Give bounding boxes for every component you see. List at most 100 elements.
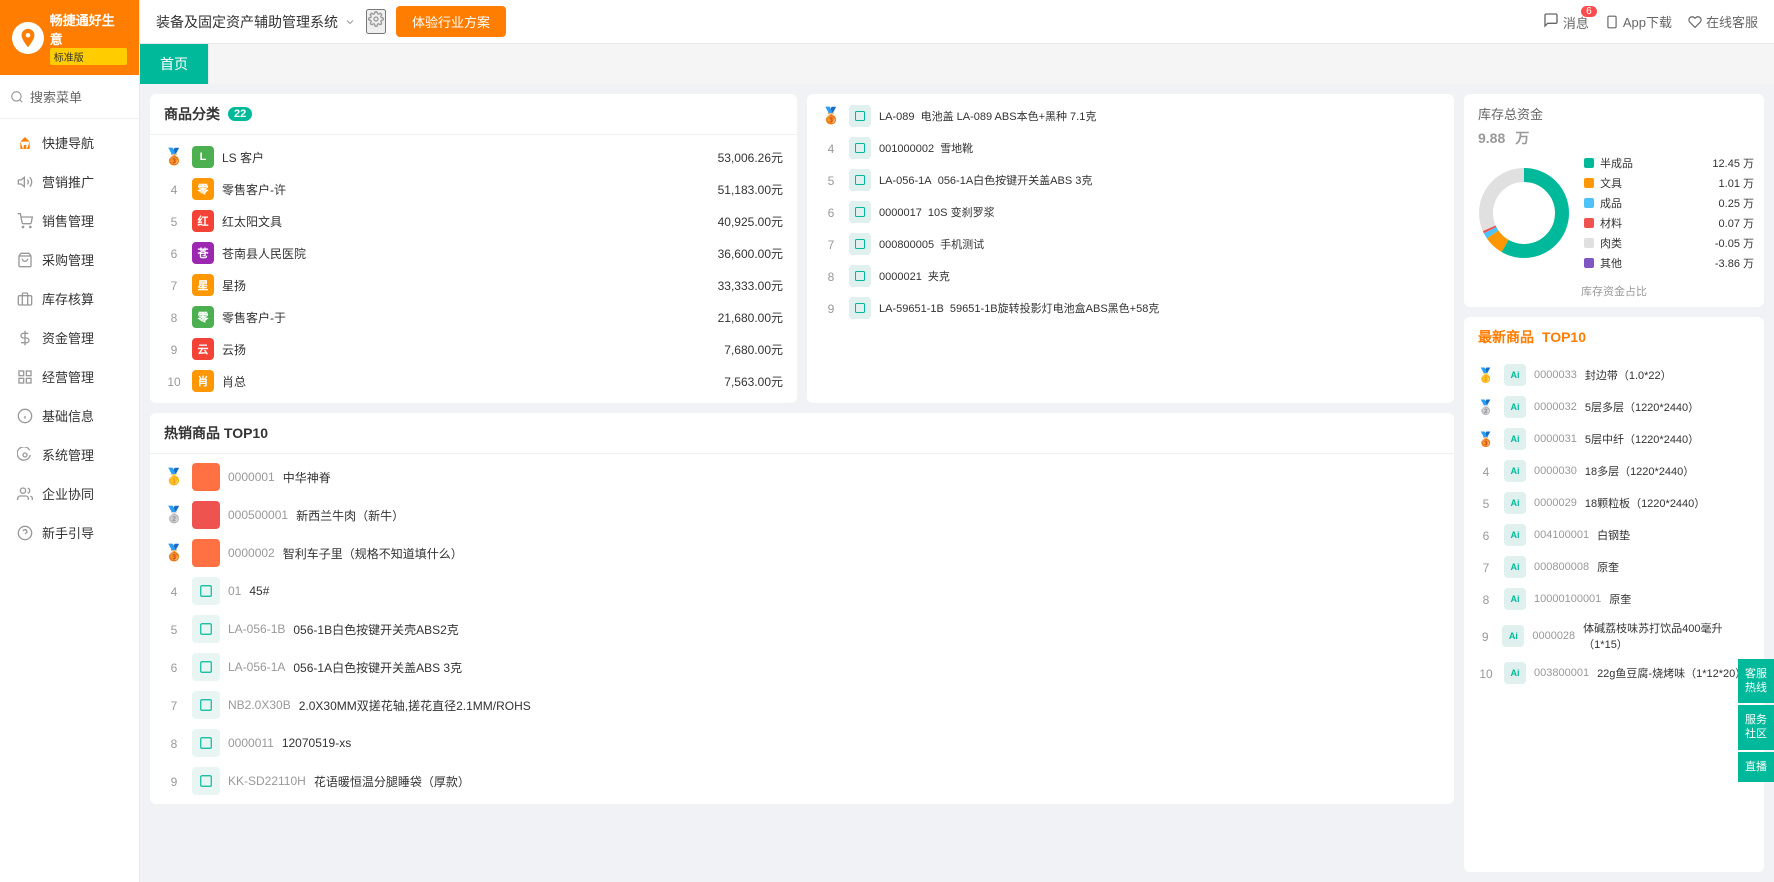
- sidebar-item-management[interactable]: 经营管理: [0, 357, 139, 396]
- customer-sales-list: 🥉 L LS 客户 53,006.26元 4 零 零售客户-许 51,183.0…: [150, 135, 797, 403]
- legend-label: 文具: [1600, 175, 1719, 191]
- hot-rank-num: 5: [164, 622, 184, 637]
- legend-item: 文具 1.01 万: [1584, 173, 1754, 193]
- new-prod-img: Ai: [1502, 625, 1524, 647]
- rank-name: 苍南县人民医院: [222, 245, 710, 262]
- legend-item: 材料 0.07 万: [1584, 213, 1754, 233]
- hot-product-img: [192, 767, 220, 795]
- inventory-header: 库存总资金 9.88 万: [1464, 94, 1764, 153]
- settings-button[interactable]: [366, 9, 386, 34]
- legend-item: 肉类 -0.05 万: [1584, 233, 1754, 253]
- new-prod-rank: 6: [1476, 528, 1496, 543]
- rank-name: 星扬: [222, 277, 710, 294]
- hot-product-item: 7 NB2.0X30B 2.0X30MM双搓花轴,搓花直径2.1MM/ROHS: [150, 686, 1454, 724]
- hot-code: 01: [228, 584, 241, 598]
- hot-product-item: 8 0000011 12070519-xs: [150, 724, 1454, 762]
- product-rank-item: 7 000800005 手机测试: [807, 228, 1454, 260]
- rank-value: 33,333.00元: [718, 277, 783, 294]
- hot-rank-num: 🥈: [164, 505, 184, 525]
- legend-dot: [1584, 238, 1594, 248]
- new-prod-code: 004100001: [1534, 529, 1589, 541]
- legend-value: 12.45 万: [1712, 155, 1754, 171]
- new-prod-img: Ai: [1504, 460, 1526, 482]
- sidebar-item-guide[interactable]: 新手引导: [0, 513, 139, 552]
- collab-icon: [16, 485, 34, 503]
- hot-name: 056-1B白色按键开关壳ABS2克: [293, 621, 458, 638]
- sidebar-item-marketing-label: 营销推广: [42, 172, 94, 191]
- product-img: [849, 297, 871, 319]
- message-badge[interactable]: 6 消息: [1543, 12, 1589, 32]
- sidebar-item-marketing[interactable]: 营销推广: [0, 162, 139, 201]
- rank-number: 6: [164, 246, 184, 261]
- product-rank-item: 6 0000017 10S 变刹罗浆: [807, 196, 1454, 228]
- trial-btn[interactable]: 体验行业方案: [396, 6, 506, 37]
- rank-name: 肖总: [222, 373, 716, 390]
- sidebar-item-info[interactable]: 基础信息: [0, 396, 139, 435]
- sidebar-item-collab[interactable]: 企业协同: [0, 474, 139, 513]
- search-menu-button[interactable]: 搜索菜单: [10, 83, 129, 110]
- legend-dot: [1584, 198, 1594, 208]
- hot-name: 花语暖恒温分腿睡袋（厚款）: [314, 773, 470, 790]
- sidebar-item-purchase-label: 采购管理: [42, 250, 94, 269]
- float-live-btn[interactable]: 直播: [1738, 752, 1774, 782]
- sidebar-item-inventory[interactable]: 库存核算: [0, 279, 139, 318]
- topbar-right: 6 消息 App下载 在线客服: [1543, 12, 1758, 32]
- rank-value: 7,680.00元: [724, 341, 783, 358]
- hot-code: 0000011: [228, 736, 274, 750]
- product-rank-item: 4 001000002 雪地靴: [807, 132, 1454, 164]
- customer-rank-item: 6 苍 苍南县人民医院 36,600.00元: [150, 237, 797, 269]
- sidebar-item-purchase[interactable]: 采购管理: [0, 240, 139, 279]
- legend-item: 半成品 12.45 万: [1584, 153, 1754, 173]
- rank-value: 21,680.00元: [718, 309, 783, 326]
- customer-sales-badge: 22: [228, 107, 252, 121]
- app-download-label: App下载: [1623, 12, 1672, 31]
- float-community-btn[interactable]: 服务 社区: [1738, 705, 1774, 750]
- search-menu-label: 搜索菜单: [30, 87, 82, 106]
- product-name: 0000021 夹克: [879, 268, 1440, 284]
- rank-avatar: 肖: [192, 370, 214, 392]
- customer-rank-item: 10 肖 肖总 7,563.00元: [150, 365, 797, 397]
- message-label: 消息: [1563, 16, 1589, 31]
- hot-code: 000500001: [228, 508, 288, 522]
- new-product-item: 7 Ai 000800008 原奎: [1464, 551, 1764, 583]
- sidebar-item-home[interactable]: 快捷导航: [0, 123, 139, 162]
- float-service: 客服 热线 服务 社区 直播: [1738, 659, 1774, 782]
- rank-number: 4: [821, 141, 841, 156]
- rank-name: 红太阳文具: [222, 213, 710, 230]
- sidebar-item-sales[interactable]: 销售管理: [0, 201, 139, 240]
- chart-legend: 半成品 12.45 万 文具 1.01 万 成品 0.25 万 材料 0.07 …: [1584, 153, 1754, 273]
- hot-rank-num: 🥇: [164, 467, 184, 487]
- sidebar-item-finance[interactable]: 资金管理: [0, 318, 139, 357]
- new-prod-rank: 7: [1476, 560, 1496, 575]
- legend-value: -3.86 万: [1715, 255, 1754, 271]
- customer-sales-card: 商品分类 22 🥉 L LS 客户 53,006.26元 4 零 零售客户-许 …: [150, 94, 797, 403]
- customer-rank-item: 5 红 红太阳文具 40,925.00元: [150, 205, 797, 237]
- product-rank-item: 8 0000021 夹克: [807, 260, 1454, 292]
- tab-home[interactable]: 首页: [140, 44, 209, 84]
- hot-product-img: [192, 463, 220, 491]
- product-name: LA-089 电池盖 LA-089 ABS本色+黑种 7.1克: [879, 108, 1440, 124]
- product-name: LA-056-1A 056-1A白色按键开关盖ABS 3克: [879, 172, 1440, 188]
- sidebar-item-system[interactable]: 系统管理: [0, 435, 139, 474]
- new-prod-code: 003800001: [1534, 667, 1589, 679]
- float-service-btn[interactable]: 客服 热线: [1738, 659, 1774, 704]
- legend-dot: [1584, 218, 1594, 228]
- topbar: 装备及固定资产辅助管理系统 体验行业方案 6 消息 App下载 在线客服: [140, 0, 1774, 44]
- online-service[interactable]: 在线客服: [1688, 12, 1758, 31]
- rank-number: 8: [164, 310, 184, 325]
- hot-products-card: 热销商品 TOP10 🥇 0000001 中华神脊 🥈 000500001 新西…: [150, 413, 1454, 804]
- new-prod-img: Ai: [1504, 364, 1526, 386]
- new-prod-img: Ai: [1504, 662, 1526, 684]
- hot-product-img: [192, 577, 220, 605]
- sidebar-item-guide-label: 新手引导: [42, 523, 94, 542]
- new-prod-name: 18多层（1220*2440）: [1585, 463, 1694, 479]
- legend-label: 材料: [1600, 215, 1719, 231]
- rank-name: 零售客户-许: [222, 181, 710, 198]
- hot-product-item: 9 KK-SD22110H 花语暖恒温分腿睡袋（厚款）: [150, 762, 1454, 800]
- app-download[interactable]: App下载: [1605, 12, 1672, 31]
- new-prod-rank: 🥉: [1476, 431, 1496, 448]
- rank-avatar: 星: [192, 274, 214, 296]
- customer-sales-header: 商品分类 22: [150, 94, 797, 135]
- new-product-item: 🥉 Ai 0000031 5层中纤（1220*2440）: [1464, 423, 1764, 455]
- hot-product-img: [192, 653, 220, 681]
